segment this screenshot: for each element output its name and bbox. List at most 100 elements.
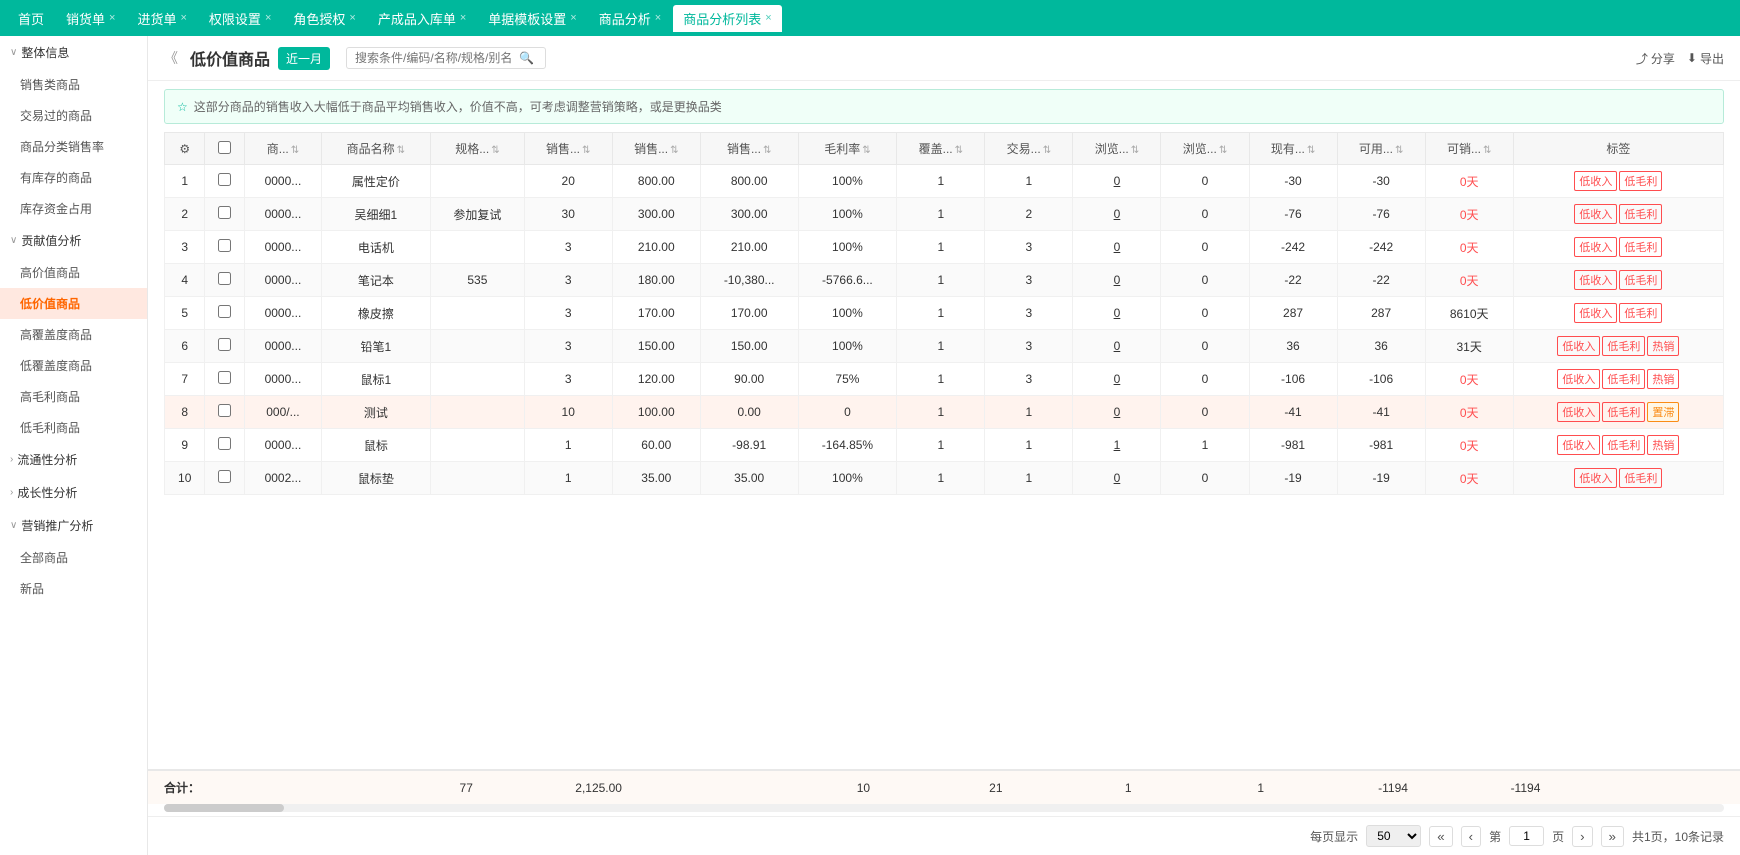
close-icon[interactable]: × (765, 12, 771, 24)
collapse-sidebar-button[interactable]: 《 (164, 48, 178, 68)
cell-browse1[interactable]: 0 (1073, 198, 1161, 231)
nav-product-analysis[interactable]: 商品分析 × (589, 5, 671, 32)
next-page-button[interactable]: › (1572, 826, 1592, 847)
nav-home[interactable]: 首页 (8, 5, 54, 32)
row-checkbox[interactable] (218, 272, 231, 285)
col-amt1[interactable]: 销售...⇅ (612, 133, 700, 165)
cell-check[interactable] (205, 198, 245, 231)
close-icon[interactable]: × (180, 12, 186, 24)
col-cov[interactable]: 覆盖...⇅ (897, 133, 985, 165)
sidebar-item-category-sales-rate[interactable]: 商品分类销售率 (0, 131, 147, 162)
sidebar-item-low-margin[interactable]: 低毛利商品 (0, 412, 147, 443)
sidebar-item-capital-occupancy[interactable]: 库存资金占用 (0, 193, 147, 224)
browse-link[interactable]: 0 (1114, 372, 1121, 386)
nav-permission[interactable]: 权限设置 × (199, 5, 281, 32)
cell-check[interactable] (205, 462, 245, 495)
close-icon[interactable]: × (655, 12, 661, 24)
col-checkbox[interactable] (205, 133, 245, 165)
browse-link[interactable]: 0 (1114, 306, 1121, 320)
row-checkbox[interactable] (218, 371, 231, 384)
cell-check[interactable] (205, 165, 245, 198)
share-button[interactable]: ⤴ 分享 (1636, 50, 1675, 67)
row-checkbox[interactable] (218, 338, 231, 351)
sidebar-section-overall[interactable]: ∨ 整体信息 (0, 36, 147, 69)
first-page-button[interactable]: « (1429, 826, 1452, 847)
browse-link[interactable]: 0 (1114, 405, 1121, 419)
nav-purchase-order[interactable]: 进货单 × (127, 5, 196, 32)
row-checkbox[interactable] (218, 437, 231, 450)
time-filter-button[interactable]: 近一月 (278, 47, 330, 70)
row-checkbox[interactable] (218, 206, 231, 219)
cell-check[interactable] (205, 429, 245, 462)
sidebar-section-liquidity[interactable]: › 流通性分析 (0, 443, 147, 476)
cell-browse1[interactable]: 0 (1073, 330, 1161, 363)
nav-product-warehouse[interactable]: 产成品入库单 × (368, 5, 476, 32)
col-spec[interactable]: 规格...⇅ (431, 133, 525, 165)
page-number-input[interactable] (1509, 826, 1544, 846)
sidebar-item-high-coverage[interactable]: 高覆盖度商品 (0, 319, 147, 350)
search-input[interactable] (355, 51, 515, 65)
nav-role-auth[interactable]: 角色授权 × (283, 5, 365, 32)
row-checkbox[interactable] (218, 404, 231, 417)
cell-browse1[interactable]: 0 (1073, 396, 1161, 429)
cell-check[interactable] (205, 363, 245, 396)
col-browse1[interactable]: 浏览...⇅ (1073, 133, 1161, 165)
browse-link[interactable]: 0 (1114, 174, 1121, 188)
export-button[interactable]: ⬇ 导出 (1687, 50, 1724, 67)
row-checkbox[interactable] (218, 470, 231, 483)
col-gross[interactable]: 毛利率⇅ (798, 133, 897, 165)
col-avail[interactable]: 可用...⇅ (1337, 133, 1425, 165)
row-checkbox[interactable] (218, 305, 231, 318)
col-qty[interactable]: 销售...⇅ (524, 133, 612, 165)
sidebar-item-high-margin[interactable]: 高毛利商品 (0, 381, 147, 412)
browse-link[interactable]: 1 (1114, 438, 1121, 452)
col-trade[interactable]: 交易...⇅ (985, 133, 1073, 165)
sidebar-item-high-value[interactable]: 高价值商品 (0, 257, 147, 288)
cell-browse1[interactable]: 0 (1073, 264, 1161, 297)
close-icon[interactable]: × (349, 12, 355, 24)
prev-page-button[interactable]: ‹ (1461, 826, 1481, 847)
close-icon[interactable]: × (265, 12, 271, 24)
nav-template-settings[interactable]: 单据模板设置 × (478, 5, 586, 32)
browse-link[interactable]: 0 (1114, 207, 1121, 221)
col-browse2[interactable]: 浏览...⇅ (1161, 133, 1249, 165)
sidebar-item-low-coverage[interactable]: 低覆盖度商品 (0, 350, 147, 381)
col-code[interactable]: 商...⇅ (245, 133, 321, 165)
nav-product-analysis-list[interactable]: 商品分析列表 × (673, 5, 781, 32)
col-settings[interactable]: ⚙ (165, 133, 205, 165)
cell-browse1[interactable]: 0 (1073, 297, 1161, 330)
cell-browse1[interactable]: 0 (1073, 462, 1161, 495)
browse-link[interactable]: 0 (1114, 471, 1121, 485)
cell-check[interactable] (205, 264, 245, 297)
col-stock[interactable]: 现有...⇅ (1249, 133, 1337, 165)
sidebar-item-all-goods[interactable]: 全部商品 (0, 542, 147, 573)
close-icon[interactable]: × (460, 12, 466, 24)
sidebar-item-traded-goods[interactable]: 交易过的商品 (0, 100, 147, 131)
sidebar-section-growth[interactable]: › 成长性分析 (0, 476, 147, 509)
page-size-select[interactable]: 50 100 (1366, 825, 1421, 847)
horizontal-scrollbar[interactable] (164, 804, 1724, 812)
cell-check[interactable] (205, 396, 245, 429)
last-page-button[interactable]: » (1601, 826, 1624, 847)
cell-browse1[interactable]: 0 (1073, 231, 1161, 264)
browse-link[interactable]: 0 (1114, 240, 1121, 254)
sidebar-section-contribution[interactable]: ∨ 贡献值分析 (0, 224, 147, 257)
select-all-checkbox[interactable] (218, 141, 231, 154)
search-icon[interactable]: 🔍 (519, 51, 534, 65)
sidebar-item-low-value[interactable]: 低价值商品 (0, 288, 147, 319)
browse-link[interactable]: 0 (1114, 339, 1121, 353)
cell-check[interactable] (205, 297, 245, 330)
close-icon[interactable]: × (109, 12, 115, 24)
browse-link[interactable]: 0 (1114, 273, 1121, 287)
sidebar-item-new-goods[interactable]: 新品 (0, 573, 147, 604)
close-icon[interactable]: × (570, 12, 576, 24)
col-saleable[interactable]: 可销...⇅ (1425, 133, 1513, 165)
nav-sales-order[interactable]: 销货单 × (56, 5, 125, 32)
cell-browse1[interactable]: 0 (1073, 165, 1161, 198)
sidebar-item-inventory-goods[interactable]: 有库存的商品 (0, 162, 147, 193)
cell-check[interactable] (205, 330, 245, 363)
cell-browse1[interactable]: 1 (1073, 429, 1161, 462)
col-name[interactable]: 商品名称⇅ (321, 133, 431, 165)
row-checkbox[interactable] (218, 239, 231, 252)
cell-check[interactable] (205, 231, 245, 264)
